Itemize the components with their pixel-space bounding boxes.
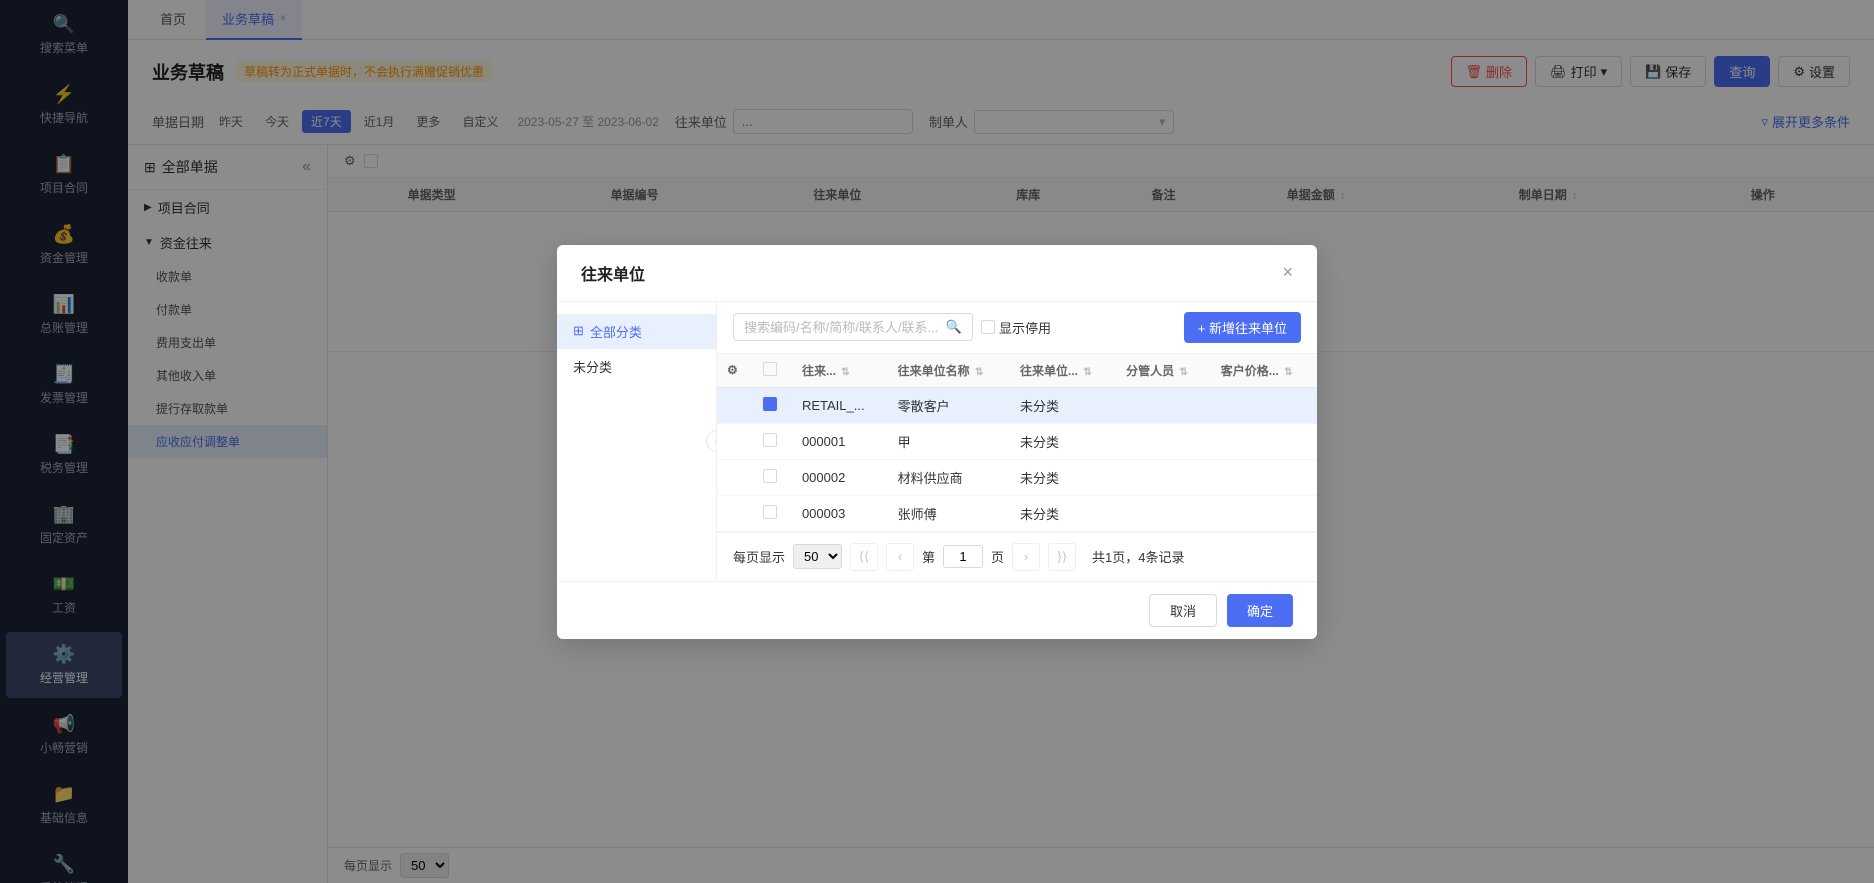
row-checkbox[interactable]	[753, 387, 792, 423]
dialog-table-row[interactable]: 000001 甲 未分类	[717, 423, 1317, 459]
show-disabled-label[interactable]: 显示停用	[981, 318, 1051, 337]
per-page-label: 每页显示	[733, 547, 785, 566]
dialog-table-row[interactable]: 000002 材料供应商 未分类	[717, 459, 1317, 495]
row-checkbox[interactable]	[753, 423, 792, 459]
dialog-table-wrap[interactable]: ⚙ 往来... ⇅ 往来单位名称 ⇅ 往来单位... ⇅ 分管人员 ⇅ 客户价格…	[717, 354, 1317, 532]
per-page-select[interactable]: 50	[793, 544, 842, 569]
total-label: 共1页，4条记录	[1092, 547, 1184, 566]
dialog-col-manager: 分管人员 ⇅	[1116, 354, 1211, 388]
page-label: 第	[922, 547, 935, 566]
dialog-col-name: 往来单位名称 ⇅	[888, 354, 1010, 388]
dialog-left-item-unclassified[interactable]: 未分类	[557, 349, 716, 384]
dialog-table: ⚙ 往来... ⇅ 往来单位名称 ⇅ 往来单位... ⇅ 分管人员 ⇅ 客户价格…	[717, 354, 1317, 532]
row-code: 000002	[792, 459, 888, 495]
row-manager	[1116, 495, 1211, 531]
row-checkbox[interactable]	[753, 495, 792, 531]
row-name: 张师傅	[888, 495, 1010, 531]
row-category: 未分类	[1010, 387, 1116, 423]
next-page-button[interactable]: ›	[1012, 543, 1040, 571]
row-price	[1211, 495, 1317, 531]
dialog-search-box[interactable]: 🔍	[733, 313, 973, 341]
add-counterpart-button[interactable]: + 新增往来单位	[1184, 312, 1301, 343]
confirm-button[interactable]: 确定	[1227, 594, 1293, 627]
row-price	[1211, 387, 1317, 423]
dialog-select-all-checkbox[interactable]	[763, 362, 777, 376]
row-manager	[1116, 423, 1211, 459]
row-settings	[717, 423, 753, 459]
row-price	[1211, 423, 1317, 459]
row-category: 未分类	[1010, 423, 1116, 459]
dialog-title: 往来单位	[581, 261, 645, 285]
dialog-col-settings[interactable]: ⚙	[717, 354, 753, 388]
dialog-table-row[interactable]: RETAIL_... 零散客户 未分类	[717, 387, 1317, 423]
grid-icon: ⊞	[573, 323, 584, 339]
row-price	[1211, 459, 1317, 495]
dialog-pagination: 每页显示 50 ⟨⟨ ‹ 第 页 › ⟩⟩ 共1页，4条记录	[717, 532, 1317, 581]
row-code: 000001	[792, 423, 888, 459]
current-page-input[interactable]	[943, 545, 983, 568]
dialog-left-item-all[interactable]: ⊞ 全部分类	[557, 314, 716, 349]
dialog-right: 🔍 显示停用 + 新增往来单位 ⚙ 往来...	[717, 302, 1317, 581]
dialog-overlay: 往来单位 × ⊞ 全部分类 未分类 ‹	[0, 0, 1874, 883]
row-code: RETAIL_...	[792, 387, 888, 423]
cancel-button[interactable]: 取消	[1149, 594, 1217, 627]
prev-page-button[interactable]: ‹	[886, 543, 914, 571]
dialog-footer: 取消 确定	[557, 581, 1317, 639]
dialog-col-price: 客户价格... ⇅	[1211, 354, 1317, 388]
last-page-button[interactable]: ⟩⟩	[1048, 543, 1076, 571]
dialog-search-input[interactable]	[744, 320, 940, 335]
row-name: 材料供应商	[888, 459, 1010, 495]
dialog-col-select	[753, 354, 792, 388]
show-disabled-checkbox[interactable]	[981, 320, 995, 334]
row-checkbox[interactable]	[753, 459, 792, 495]
first-page-button[interactable]: ⟨⟨	[850, 543, 878, 571]
row-settings	[717, 387, 753, 423]
dialog-col-code: 往来... ⇅	[792, 354, 888, 388]
dialog-header: 往来单位 ×	[557, 245, 1317, 302]
dialog-body: ⊞ 全部分类 未分类 ‹ 🔍	[557, 302, 1317, 581]
row-manager	[1116, 459, 1211, 495]
page-end-label: 页	[991, 547, 1004, 566]
chevron-left-icon: ‹	[715, 434, 717, 448]
row-settings	[717, 459, 753, 495]
dialog-col-category: 往来单位... ⇅	[1010, 354, 1116, 388]
dialog-search-row: 🔍 显示停用 + 新增往来单位	[717, 302, 1317, 354]
row-settings	[717, 495, 753, 531]
row-category: 未分类	[1010, 459, 1116, 495]
collapse-left-panel-button[interactable]: ‹	[706, 430, 717, 452]
row-manager	[1116, 387, 1211, 423]
row-name: 零散客户	[888, 387, 1010, 423]
dialog-table-row[interactable]: 000003 张师傅 未分类	[717, 495, 1317, 531]
row-category: 未分类	[1010, 495, 1116, 531]
search-icon: 🔍	[946, 319, 962, 335]
dialog: 往来单位 × ⊞ 全部分类 未分类 ‹	[557, 245, 1317, 639]
row-name: 甲	[888, 423, 1010, 459]
dialog-left-panel: ⊞ 全部分类 未分类 ‹	[557, 302, 717, 581]
row-code: 000003	[792, 495, 888, 531]
dialog-close-button[interactable]: ×	[1282, 262, 1293, 283]
